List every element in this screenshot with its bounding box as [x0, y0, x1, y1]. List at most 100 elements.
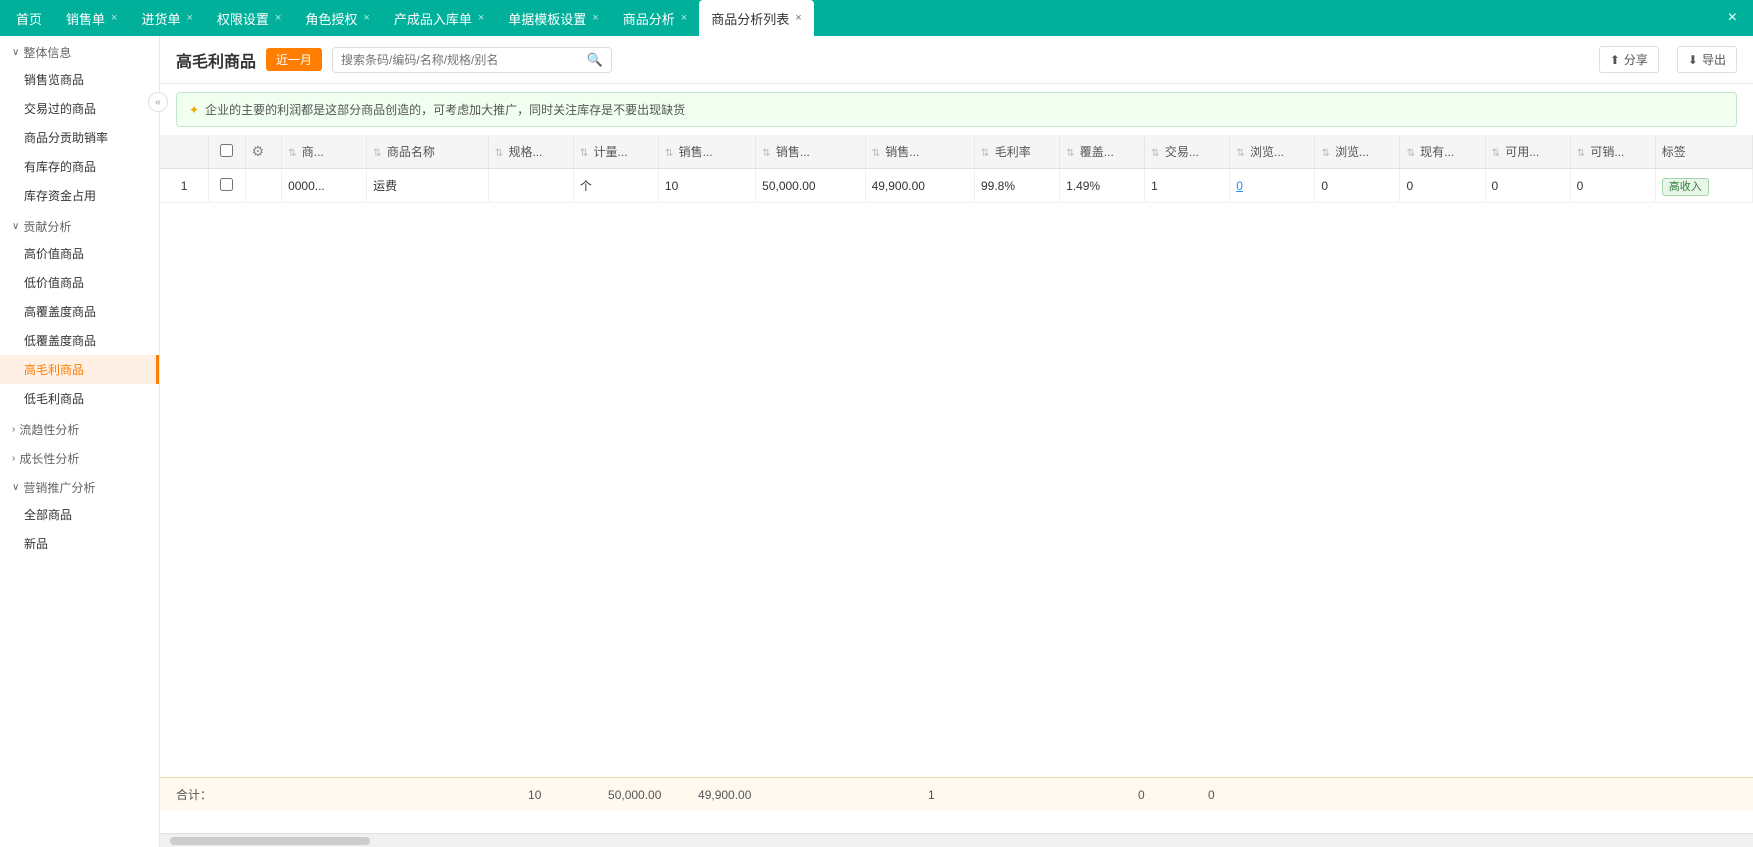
nav-roles[interactable]: 角色授权 × [293, 0, 381, 36]
nav-home[interactable]: 首页 [4, 0, 54, 36]
sidebar-item-low-value[interactable]: 低价值商品 [0, 268, 159, 297]
export-icon: ⬇ [1688, 53, 1698, 67]
sidebar-item-low-coverage[interactable]: 低覆盖度商品 [0, 326, 159, 355]
sidebar-item-in-stock[interactable]: 有库存的商品 [0, 152, 159, 181]
row-checkbox[interactable] [220, 178, 233, 191]
content-area: 高毛利商品 近一月 🔍 ⬆ 分享 ⬇ 导出 [160, 36, 1753, 847]
col-code: ⇅ 商... [282, 135, 367, 169]
col-available-stock: ⇅ 可用... [1485, 135, 1570, 169]
top-nav-bar: 首页 销售单 × 进货单 × 权限设置 × 角色授权 × 产成品入库单 × 单据… [0, 0, 1753, 36]
col-browse1: ⇅ 浏览... [1230, 135, 1315, 169]
nav-template[interactable]: 单据模板设置 × [496, 0, 610, 36]
table-row: 1 0000... 运费 [160, 169, 1753, 203]
row-spec [488, 169, 573, 203]
section-arrow-trend: › [12, 424, 15, 435]
col-gross-rate: ⇅ 毛利率 [974, 135, 1059, 169]
section-arrow-marketing: ∨ [12, 482, 19, 493]
nav-roles-close[interactable]: × [363, 12, 369, 24]
col-trade: ⇅ 交易... [1145, 135, 1230, 169]
nav-sales[interactable]: 销售单 × [54, 0, 129, 36]
nav-goods-analysis-close[interactable]: × [681, 12, 687, 24]
scrollbar-thumb[interactable] [170, 837, 370, 845]
row-available-stock: 0 [1485, 169, 1570, 203]
sidebar-item-high-value[interactable]: 高价值商品 [0, 239, 159, 268]
row-coverage: 1.49% [1060, 169, 1145, 203]
row-sales-cost: 49,900.00 [865, 169, 974, 203]
bottom-scrollbar[interactable] [160, 833, 1753, 847]
section-arrow-contribution: ∨ [12, 221, 19, 232]
row-settings [245, 169, 281, 203]
nav-template-close[interactable]: × [592, 12, 598, 24]
nav-purchase-close[interactable]: × [186, 12, 192, 24]
col-tag: 标签 [1655, 135, 1752, 169]
select-all-checkbox[interactable] [220, 144, 233, 157]
row-sales-qty: 10 [658, 169, 755, 203]
row-name: 运费 [367, 169, 489, 203]
sidebar-item-low-margin[interactable]: 低毛利商品 [0, 384, 159, 413]
row-trade: 1 [1145, 169, 1230, 203]
nav-permissions[interactable]: 权限设置 × [205, 0, 293, 36]
export-button[interactable]: ⬇ 导出 [1677, 46, 1737, 73]
footer-totals: 合计： 10 50,000.00 49,900.00 1 0 0 [160, 777, 1753, 811]
col-spec: ⇅ 规格... [488, 135, 573, 169]
nav-goods-list-close[interactable]: × [795, 12, 801, 24]
nav-product-in[interactable]: 产成品入库单 × [382, 0, 496, 36]
nav-product-in-close[interactable]: × [478, 12, 484, 24]
search-icon: 🔍 [587, 52, 603, 68]
info-banner: ✦ 企业的主要的利润都是这部分商品创造的，可考虑加大推广，同时关注库存是不要出现… [176, 92, 1737, 127]
row-gross-rate: 99.8% [974, 169, 1059, 203]
row-code: 0000... [282, 169, 367, 203]
nav-goods-analysis[interactable]: 商品分析 × [611, 0, 699, 36]
row-sales-amt: 50,000.00 [756, 169, 865, 203]
search-box[interactable]: 🔍 [332, 47, 612, 73]
sidebar-item-all-goods[interactable]: 全部商品 [0, 500, 159, 529]
nav-purchase[interactable]: 进货单 × [129, 0, 204, 36]
nav-goods-analysis-list[interactable]: 商品分析列表 × [699, 0, 813, 36]
sidebar-item-new-goods[interactable]: 新品 [0, 529, 159, 558]
col-unit: ⇅ 计量... [573, 135, 658, 169]
col-settings: ⚙ [245, 135, 281, 169]
table-wrapper[interactable]: ⚙ ⇅ 商... ⇅ 商品名称 ⇅ [160, 135, 1753, 847]
col-current-stock: ⇅ 现有... [1400, 135, 1485, 169]
sidebar-item-high-margin[interactable]: 高毛利商品 [0, 355, 159, 384]
share-icon: ⬆ [1610, 53, 1620, 67]
sidebar-section-trend[interactable]: › 流趋性分析 [0, 413, 159, 442]
sidebar-item-traded-goods[interactable]: 交易过的商品 [0, 94, 159, 123]
sidebar-item-stock-capital[interactable]: 库存资金占用 [0, 181, 159, 210]
nav-sales-close[interactable]: × [111, 12, 117, 24]
row-browse1: 0 [1230, 169, 1315, 203]
warning-icon: ✦ [189, 103, 199, 117]
sidebar-section-marketing[interactable]: ∨ 营销推广分析 [0, 471, 159, 500]
row-checkbox-cell [209, 169, 245, 203]
share-button[interactable]: ⬆ 分享 [1599, 46, 1659, 73]
col-num [160, 135, 209, 169]
sidebar-section-growth[interactable]: › 成长性分析 [0, 442, 159, 471]
sidebar-item-contribution-rate[interactable]: 商品分贡助销率 [0, 123, 159, 152]
row-current-stock: 0 [1400, 169, 1485, 203]
goods-table: ⚙ ⇅ 商... ⇅ 商品名称 ⇅ [160, 135, 1753, 203]
content-header: 高毛利商品 近一月 🔍 ⬆ 分享 ⬇ 导出 [160, 36, 1753, 84]
search-input[interactable] [341, 53, 587, 67]
sidebar-collapse-button[interactable]: « [148, 92, 168, 112]
col-sellable-stock: ⇅ 可销... [1570, 135, 1655, 169]
col-sales-qty: ⇅ 销售... [658, 135, 755, 169]
row-browse2: 0 [1315, 169, 1400, 203]
sidebar-section-contribution[interactable]: ∨ 贡献分析 [0, 210, 159, 239]
sidebar-item-sales-goods[interactable]: 销售览商品 [0, 65, 159, 94]
nav-permissions-close[interactable]: × [275, 12, 281, 24]
col-name: ⇅ 商品名称 [367, 135, 489, 169]
filter-button[interactable]: 近一月 [266, 48, 322, 71]
section-arrow-growth: › [12, 453, 15, 464]
col-sales-amt: ⇅ 销售... [756, 135, 865, 169]
col-sales-cost: ⇅ 销售... [865, 135, 974, 169]
sidebar-item-high-coverage[interactable]: 高覆盖度商品 [0, 297, 159, 326]
col-browse2: ⇅ 浏览... [1315, 135, 1400, 169]
section-arrow-overall: ∨ [12, 47, 19, 58]
settings-icon[interactable]: ⚙ [252, 143, 265, 159]
page-title: 高毛利商品 [176, 48, 256, 72]
col-check [209, 135, 245, 169]
sidebar-section-overall[interactable]: ∨ 整体信息 [0, 36, 159, 65]
sidebar: ∨ 整体信息 销售览商品 交易过的商品 商品分贡助销率 有库存的商品 库存资金占… [0, 36, 160, 847]
row-num: 1 [160, 169, 209, 203]
window-close-button[interactable]: × [1716, 9, 1749, 27]
